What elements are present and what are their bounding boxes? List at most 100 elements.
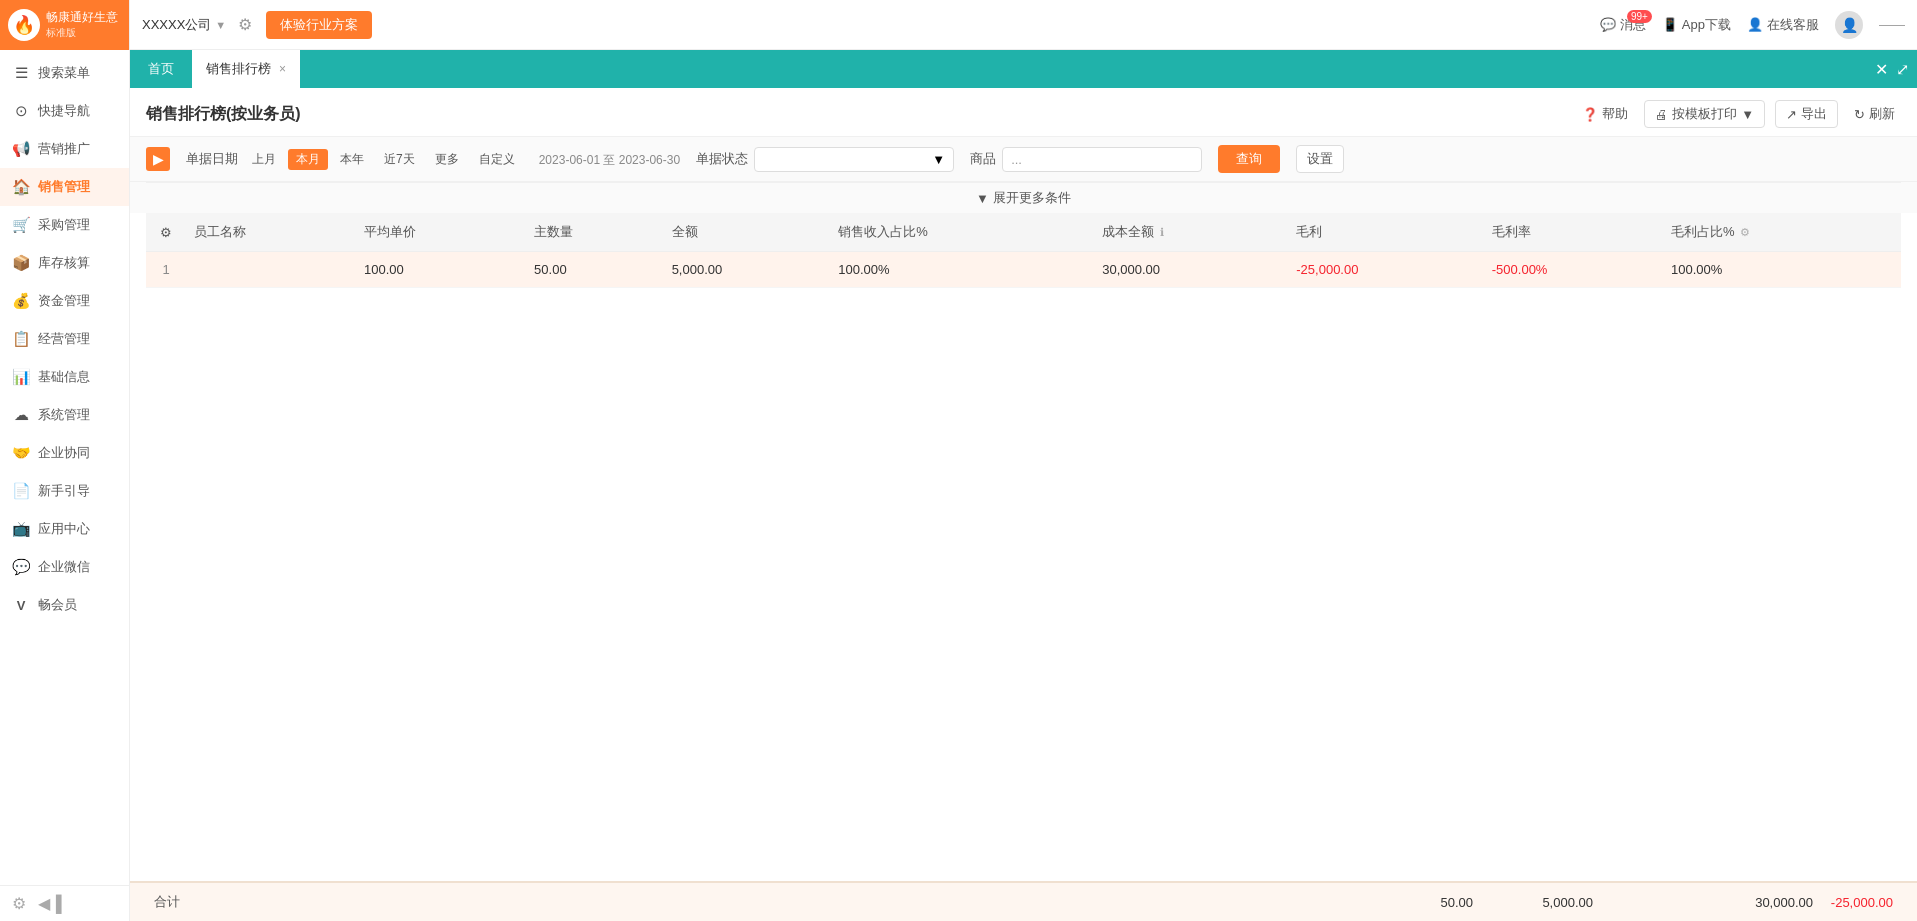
goods-input[interactable]: ... bbox=[1002, 147, 1202, 172]
operation-icon: 📋 bbox=[12, 330, 30, 348]
sidebar-item-member[interactable]: V 畅会员 bbox=[0, 586, 129, 624]
company-selector[interactable]: XXXXX公司 ▼ bbox=[142, 16, 226, 34]
tab-sales-ranking[interactable]: 销售排行榜 × bbox=[192, 50, 300, 88]
cost-info-icon[interactable]: ℹ bbox=[1160, 226, 1164, 238]
query-button[interactable]: 查询 bbox=[1218, 145, 1280, 173]
date-range: 2023-06-01 至 2023-06-30 bbox=[539, 152, 680, 169]
marketing-icon: 📢 bbox=[12, 140, 30, 158]
enterprise-icon: 🤝 bbox=[12, 444, 30, 462]
sidebar-item-finance[interactable]: 💰 资金管理 bbox=[0, 282, 129, 320]
inventory-icon: 📦 bbox=[12, 254, 30, 272]
page-title: 销售排行榜(按业务员) bbox=[146, 104, 301, 125]
filter-expand-row: ▼ 展开更多条件 bbox=[146, 182, 1901, 213]
tab-close-icon[interactable]: × bbox=[279, 63, 286, 75]
tab-restore-icon[interactable]: ⤢ bbox=[1896, 60, 1909, 79]
date-btn-current-month[interactable]: 本月 bbox=[288, 149, 328, 170]
footer-cost: 30,000.00 bbox=[1693, 895, 1813, 910]
username[interactable]: —— bbox=[1879, 17, 1905, 32]
app-download-button[interactable]: 📱 App下载 bbox=[1662, 16, 1731, 34]
finance-icon: 💰 bbox=[12, 292, 30, 310]
footer-label: 合计 bbox=[154, 893, 234, 911]
sidebar-settings-icon[interactable]: ⚙ bbox=[12, 894, 26, 913]
col-profit: 毛利 bbox=[1288, 213, 1483, 252]
sidebar-collapse-icon[interactable]: ◀▐ bbox=[38, 894, 61, 913]
page-actions: ❓ 帮助 🖨 按模板打印 ▼ ↗ 导出 ↻ 刷新 bbox=[1576, 100, 1901, 128]
table-row: 1 100.00 50.00 5,000.00 100.00% 30,000.0… bbox=[146, 252, 1901, 288]
message-icon: 💬 bbox=[1600, 17, 1616, 32]
settings-button[interactable]: 设置 bbox=[1296, 145, 1344, 173]
col-qty: 主数量 bbox=[526, 213, 664, 252]
date-btn-current-year[interactable]: 本年 bbox=[332, 149, 372, 170]
sidebar-item-label: 库存核算 bbox=[38, 254, 90, 272]
sidebar-item-purchase[interactable]: 🛒 采购管理 bbox=[0, 206, 129, 244]
sidebar-item-basic[interactable]: 📊 基础信息 bbox=[0, 358, 129, 396]
filter-toggle-icon[interactable]: ▶ bbox=[146, 147, 170, 171]
help-icon: ❓ bbox=[1582, 107, 1598, 122]
cell-profit-ratio: 100.00% bbox=[1663, 252, 1901, 288]
sidebar-item-operation[interactable]: 📋 经营管理 bbox=[0, 320, 129, 358]
sidebar-item-system[interactable]: ☁ 系统管理 bbox=[0, 396, 129, 434]
status-label: 单据状态 bbox=[696, 150, 748, 168]
status-filter-group: 单据状态 ▼ bbox=[696, 147, 954, 172]
page-header: 销售排行榜(按业务员) ❓ 帮助 🖨 按模板打印 ▼ ↗ 导出 ↻ 刷新 bbox=[130, 88, 1917, 136]
tab-home[interactable]: 首页 bbox=[130, 50, 192, 88]
col-sales-ratio: 销售收入占比% bbox=[830, 213, 1094, 252]
date-btn-custom[interactable]: 自定义 bbox=[471, 149, 523, 170]
avatar[interactable]: 👤 bbox=[1835, 11, 1863, 39]
print-button[interactable]: 🖨 按模板打印 ▼ bbox=[1644, 100, 1765, 128]
date-btn-7days[interactable]: 近7天 bbox=[376, 149, 423, 170]
sidebar-item-sales[interactable]: 🏠 销售管理 bbox=[0, 168, 129, 206]
filter-row: ▶ 单据日期 上月 本月 本年 近7天 更多 自定义 2023-06-01 至 bbox=[146, 145, 1901, 173]
sidebar-item-search[interactable]: ☰ 搜索菜单 bbox=[0, 54, 129, 92]
topbar-right: 💬 消息 99+ 📱 App下载 👤 在线客服 👤 —— bbox=[1600, 11, 1905, 39]
export-button[interactable]: ↗ 导出 bbox=[1775, 100, 1838, 128]
refresh-button[interactable]: ↻ 刷新 bbox=[1848, 102, 1901, 126]
cell-name bbox=[186, 252, 356, 288]
message-button[interactable]: 💬 消息 99+ bbox=[1600, 16, 1646, 34]
export-icon: ↗ bbox=[1786, 107, 1797, 122]
topbar-settings-icon[interactable]: ⚙ bbox=[238, 15, 252, 34]
table-wrap: ⚙ 员工名称 平均单价 主数量 全额 销售收入占比% 成本全额 ℹ 毛利 毛利率… bbox=[130, 213, 1917, 881]
sidebar-item-label: 企业协同 bbox=[38, 444, 90, 462]
col-settings-icon[interactable]: ⚙ bbox=[146, 213, 186, 252]
footer-profit: -25,000.00 bbox=[1813, 895, 1893, 910]
company-chevron-icon: ▼ bbox=[215, 19, 226, 31]
profit-ratio-info-icon[interactable]: ⚙ bbox=[1740, 226, 1750, 238]
sidebar-item-enterprise[interactable]: 🤝 企业协同 bbox=[0, 434, 129, 472]
sidebar-item-label: 基础信息 bbox=[38, 368, 90, 386]
sidebar-bottom: ⚙ ◀▐ bbox=[0, 885, 129, 921]
date-btn-prev-month[interactable]: 上月 bbox=[244, 149, 284, 170]
sidebar-item-label: 新手引导 bbox=[38, 482, 90, 500]
date-btn-more[interactable]: 更多 bbox=[427, 149, 467, 170]
cell-cost: 30,000.00 bbox=[1094, 252, 1288, 288]
sidebar-item-guide[interactable]: 📄 新手引导 bbox=[0, 472, 129, 510]
expand-button[interactable]: ▼ 展开更多条件 bbox=[976, 189, 1071, 207]
col-profit-ratio: 毛利占比% ⚙ bbox=[1663, 213, 1901, 252]
col-name: 员工名称 bbox=[186, 213, 356, 252]
data-table: ⚙ 员工名称 平均单价 主数量 全额 销售收入占比% 成本全额 ℹ 毛利 毛利率… bbox=[146, 213, 1901, 288]
sidebar-item-label: 经营管理 bbox=[38, 330, 90, 348]
col-cost: 成本全额 ℹ bbox=[1094, 213, 1288, 252]
sidebar-item-inventory[interactable]: 📦 库存核算 bbox=[0, 244, 129, 282]
sidebar-item-shortcut[interactable]: ⊙ 快捷导航 bbox=[0, 92, 129, 130]
sidebar-item-label: 应用中心 bbox=[38, 520, 90, 538]
tab-close-all-icon[interactable]: ✕ bbox=[1875, 60, 1888, 79]
sidebar-item-marketing[interactable]: 📢 营销推广 bbox=[0, 130, 129, 168]
footer-qty: 50.00 bbox=[1393, 895, 1473, 910]
trial-button[interactable]: 体验行业方案 bbox=[266, 11, 372, 39]
status-select[interactable]: ▼ bbox=[754, 147, 954, 172]
filter-bar: ▶ 单据日期 上月 本月 本年 近7天 更多 自定义 2023-06-01 至 bbox=[130, 136, 1917, 182]
date-label: 单据日期 bbox=[186, 150, 238, 168]
sidebar-item-label: 营销推广 bbox=[38, 140, 90, 158]
sidebar-item-wechat[interactable]: 💬 企业微信 bbox=[0, 548, 129, 586]
page-content: 销售排行榜(按业务员) ❓ 帮助 🖨 按模板打印 ▼ ↗ 导出 ↻ 刷新 bbox=[130, 88, 1917, 921]
goods-placeholder: ... bbox=[1011, 152, 1193, 167]
sidebar-item-label: 畅会员 bbox=[38, 596, 77, 614]
sidebar-item-label: 资金管理 bbox=[38, 292, 90, 310]
sidebar-item-apps[interactable]: 📺 应用中心 bbox=[0, 510, 129, 548]
col-avg-price: 平均单价 bbox=[356, 213, 526, 252]
cell-profit: -25,000.00 bbox=[1288, 252, 1483, 288]
online-service-button[interactable]: 👤 在线客服 bbox=[1747, 16, 1819, 34]
app-icon: 📱 bbox=[1662, 17, 1678, 32]
help-button[interactable]: ❓ 帮助 bbox=[1576, 102, 1634, 126]
